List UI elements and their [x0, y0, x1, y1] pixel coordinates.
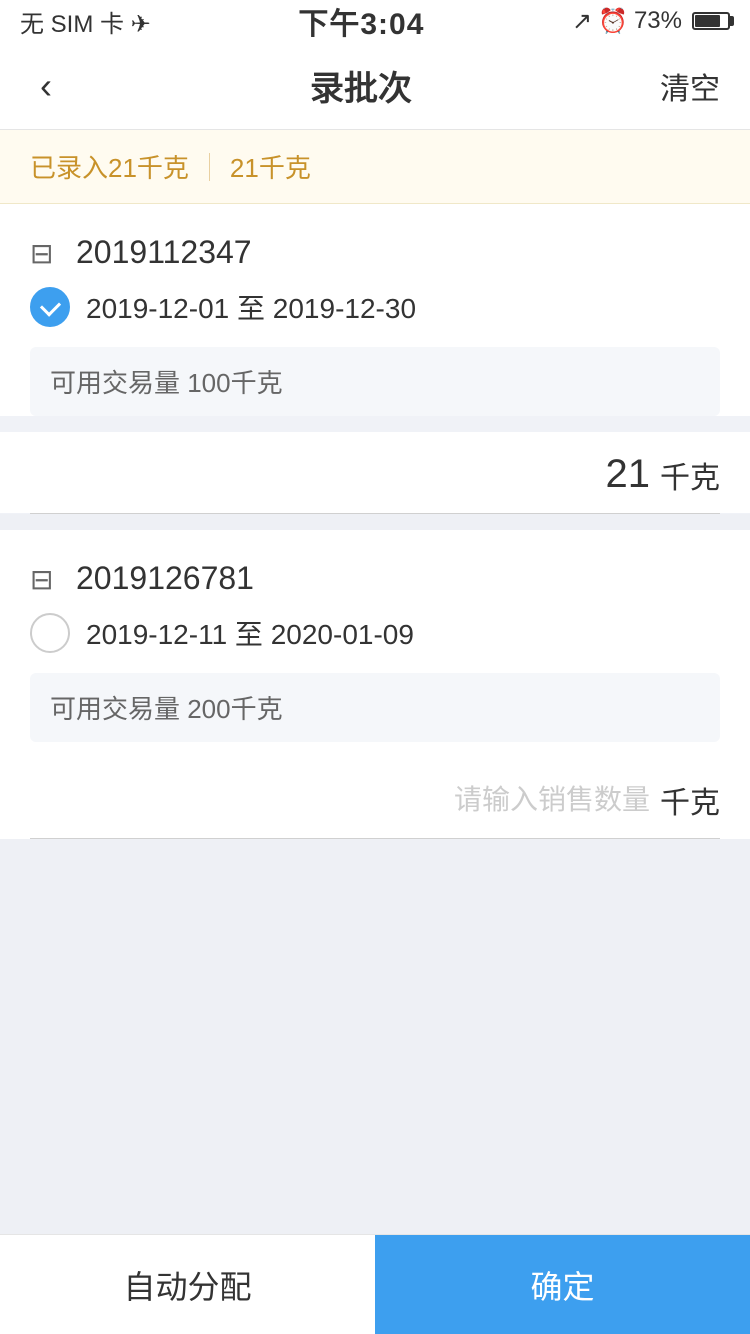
- batch-1-available: 可用交易量 100千克: [30, 347, 720, 416]
- batch-2-sales-input[interactable]: [350, 783, 650, 817]
- batch-2-date-row: 2019-12-11 至 2020-01-09: [30, 613, 720, 653]
- batch-2-input-row: 千克: [0, 758, 750, 838]
- batch-1-id: 2019112347: [76, 234, 252, 271]
- batch-1-date: 2019-12-01 至 2019-12-30: [86, 287, 416, 327]
- batch-2-date: 2019-12-11 至 2020-01-09: [86, 613, 414, 653]
- batch-2-card-inner: ⊟ 2019126781 2019-12-11 至 2020-01-09 可用交…: [0, 530, 750, 742]
- auto-distribute-button[interactable]: 自动分配: [0, 1235, 375, 1334]
- batch-1-amount-row: 千克: [0, 432, 750, 513]
- batch-2-available: 可用交易量 200千克: [30, 673, 720, 742]
- clear-button[interactable]: 清空: [660, 64, 720, 108]
- banner-divider: [209, 153, 210, 181]
- confirm-button[interactable]: 确定: [375, 1235, 750, 1334]
- battery-icon: [692, 12, 730, 30]
- batch-1-card: ⊟ 2019112347 2019-12-01 至 2019-12-30 可用交…: [0, 204, 750, 416]
- batch-2-card: ⊟ 2019126781 2019-12-11 至 2020-01-09 可用交…: [0, 530, 750, 839]
- batch-1-icon: ⊟: [30, 237, 66, 269]
- batch-1-unit: 千克: [660, 453, 720, 497]
- batch-2-icon: ⊟: [30, 563, 66, 595]
- battery-text: 73%: [634, 7, 682, 35]
- location-icon: ↗: [572, 7, 592, 36]
- status-left: 无 SIM 卡 ✈: [20, 4, 151, 39]
- batch-1-amount-input[interactable]: [470, 452, 650, 497]
- status-right: ↗ ⏰ 73%: [572, 7, 730, 36]
- status-bar: 无 SIM 卡 ✈ 下午3:04 ↗ ⏰ 73%: [0, 0, 750, 42]
- info-banner: 已录入21千克 21千克: [0, 130, 750, 204]
- batch-1-radio[interactable]: [30, 287, 70, 327]
- batch-2-radio[interactable]: [30, 613, 70, 653]
- batch-2-unit: 千克: [660, 778, 720, 822]
- sim-label: 无 SIM 卡 ✈: [20, 4, 151, 39]
- batch-1-header: ⊟ 2019112347: [30, 234, 720, 271]
- batch-1-date-row: 2019-12-01 至 2019-12-30: [30, 287, 720, 327]
- amount-value: 21千克: [230, 148, 311, 185]
- recorded-amount-label: 已录入21千克: [30, 148, 189, 185]
- status-time: 下午3:04: [298, 0, 424, 43]
- empty-area: [0, 839, 750, 1279]
- nav-bar: ‹ 录批次 清空: [0, 42, 750, 130]
- section-divider: [0, 514, 750, 530]
- batch-2-id: 2019126781: [76, 560, 254, 597]
- back-button[interactable]: ‹: [30, 55, 62, 117]
- batch-2-header: ⊟ 2019126781: [30, 560, 720, 597]
- bottom-bar: 自动分配 确定: [0, 1234, 750, 1334]
- page-title: 录批次: [310, 61, 412, 110]
- clock-icon: ⏰: [598, 7, 628, 36]
